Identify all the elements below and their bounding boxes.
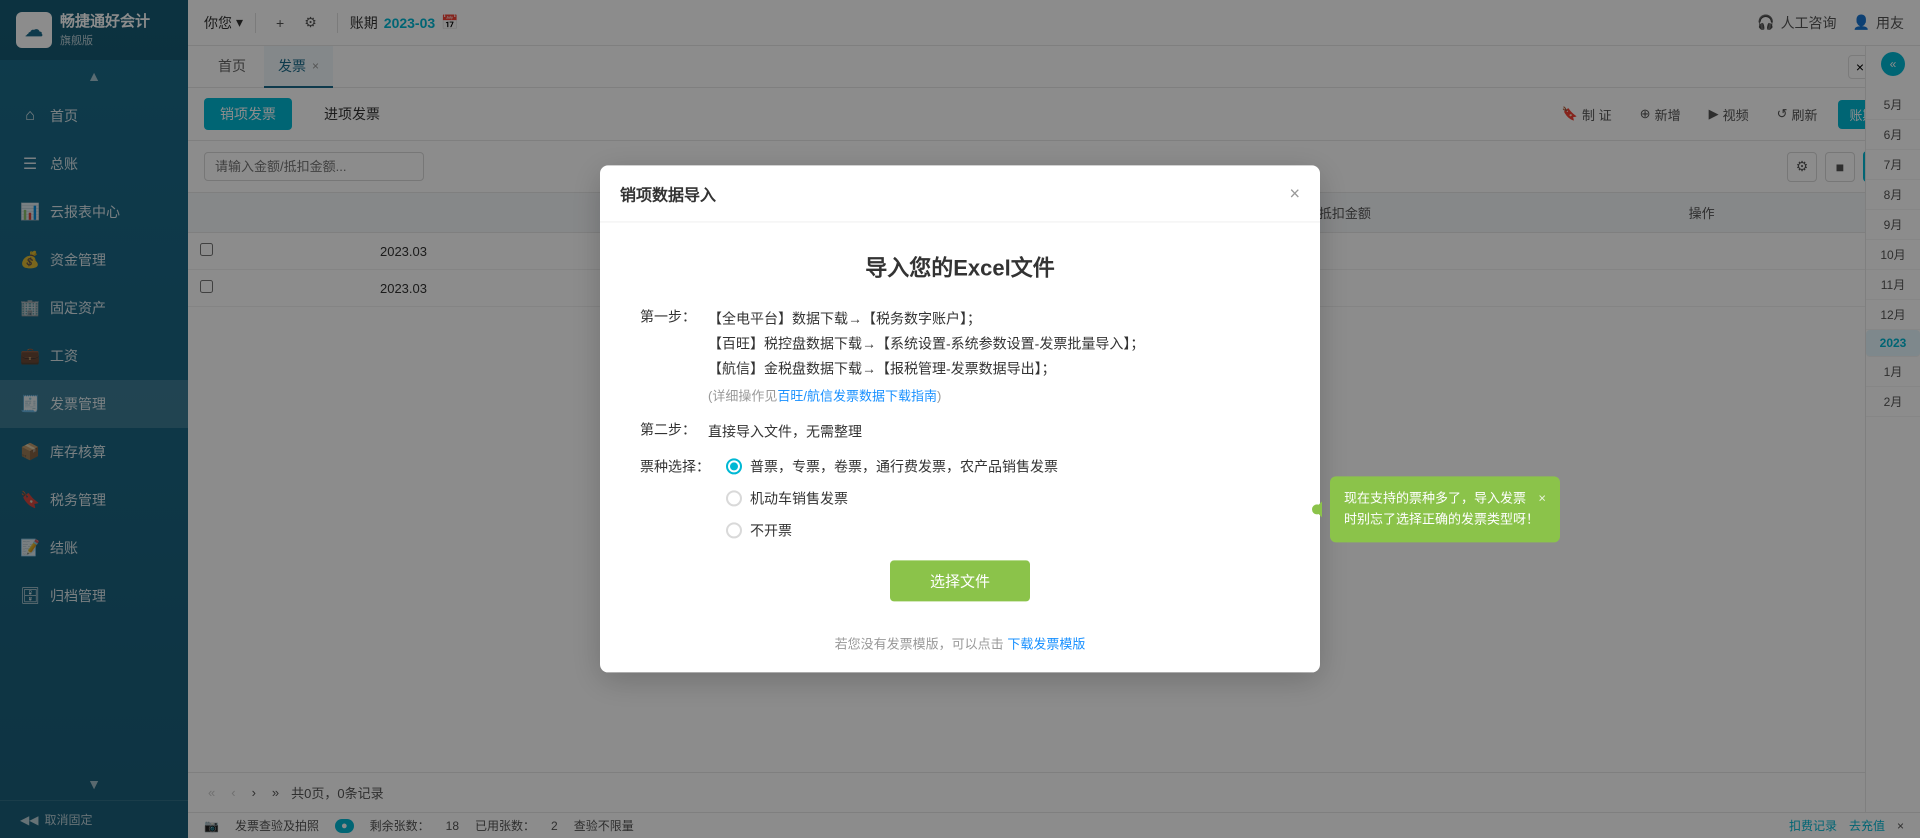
step1-content: 【全电平台】数据下载→【税务数字账户】； 【百旺】税控盘数据下载→【系统设置-系… xyxy=(708,306,1144,407)
step2-row: 第二步： 直接导入文件，无需整理 xyxy=(640,419,1280,444)
step1-line-2: 【百旺】税控盘数据下载→【系统设置-系统参数设置-发票批量导入】； xyxy=(708,332,1144,357)
radio-no-ticket-circle[interactable] xyxy=(726,523,742,539)
step1-line-1: 【全电平台】数据下载→【税务数字账户】； xyxy=(708,306,1144,331)
dialog-close-btn[interactable]: × xyxy=(1289,183,1300,204)
radio-item-normal[interactable]: 普票，专票，卷票，通行费发票，农产品销售发票 xyxy=(726,457,1058,477)
ticket-row: 票种选择： 普票，专票，卷票，通行费发票，农产品销售发票 机动车销售发票 不开票 xyxy=(640,457,1280,541)
radio-item-motor[interactable]: 机动车销售发票 xyxy=(726,489,1058,509)
dialog-main-title: 导入您的Excel文件 xyxy=(640,250,1280,282)
download-template-link[interactable]: 下载发票模版 xyxy=(1007,637,1085,652)
dialog-header: 销项数据导入 × xyxy=(600,165,1320,222)
import-dialog: 销项数据导入 × 导入您的Excel文件 第一步： 【全电平台】数据下载→【税务… xyxy=(600,165,1320,672)
step1-row: 第一步： 【全电平台】数据下载→【税务数字账户】； 【百旺】税控盘数据下载→【系… xyxy=(640,306,1280,407)
tooltip-bubble: × 现在支持的票种多了，导入发票时别忘了选择正确的发票类型呀！ xyxy=(1330,477,1560,543)
step2-content: 直接导入文件，无需整理 xyxy=(708,419,862,444)
select-file-btn[interactable]: 选择文件 xyxy=(890,561,1030,602)
radio-group: 普票，专票，卷票，通行费发票，农产品销售发票 机动车销售发票 不开票 xyxy=(726,457,1058,541)
ticket-label: 票种选择： xyxy=(640,457,710,477)
dialog-body: 导入您的Excel文件 第一步： 【全电平台】数据下载→【税务数字账户】； 【百… xyxy=(600,222,1320,621)
radio-normal-dot xyxy=(730,463,738,471)
radio-normal-label: 普票，专票，卷票，通行费发票，农产品销售发票 xyxy=(750,457,1058,477)
dialog-footer: 若您没有发票模版，可以点击 下载发票模版 xyxy=(600,622,1320,673)
tooltip-dot xyxy=(1312,504,1322,514)
step1-note: (详细操作见百旺/航信发票数据下载指南) xyxy=(708,384,1144,407)
tooltip-text: 现在支持的票种多了，导入发票时别忘了选择正确的发票类型呀！ xyxy=(1344,491,1539,527)
radio-no-ticket-label: 不开票 xyxy=(750,521,792,541)
step1-label: 第一步： xyxy=(640,306,696,326)
footer-text: 若您没有发票模版，可以点击 xyxy=(835,637,1004,652)
radio-motor-circle[interactable] xyxy=(726,491,742,507)
dialog-title: 销项数据导入 xyxy=(620,181,716,205)
step1-line-3: 【航信】金税盘数据下载→【报税管理-发票数据导出】； xyxy=(708,357,1144,382)
radio-item-no-ticket[interactable]: 不开票 xyxy=(726,521,1058,541)
step2-label: 第二步： xyxy=(640,419,696,439)
tooltip-close-btn[interactable]: × xyxy=(1538,489,1546,510)
radio-motor-label: 机动车销售发票 xyxy=(750,489,848,509)
radio-normal-circle[interactable] xyxy=(726,459,742,475)
step1-link[interactable]: 百旺/航信发票数据下载指南 xyxy=(777,388,937,403)
